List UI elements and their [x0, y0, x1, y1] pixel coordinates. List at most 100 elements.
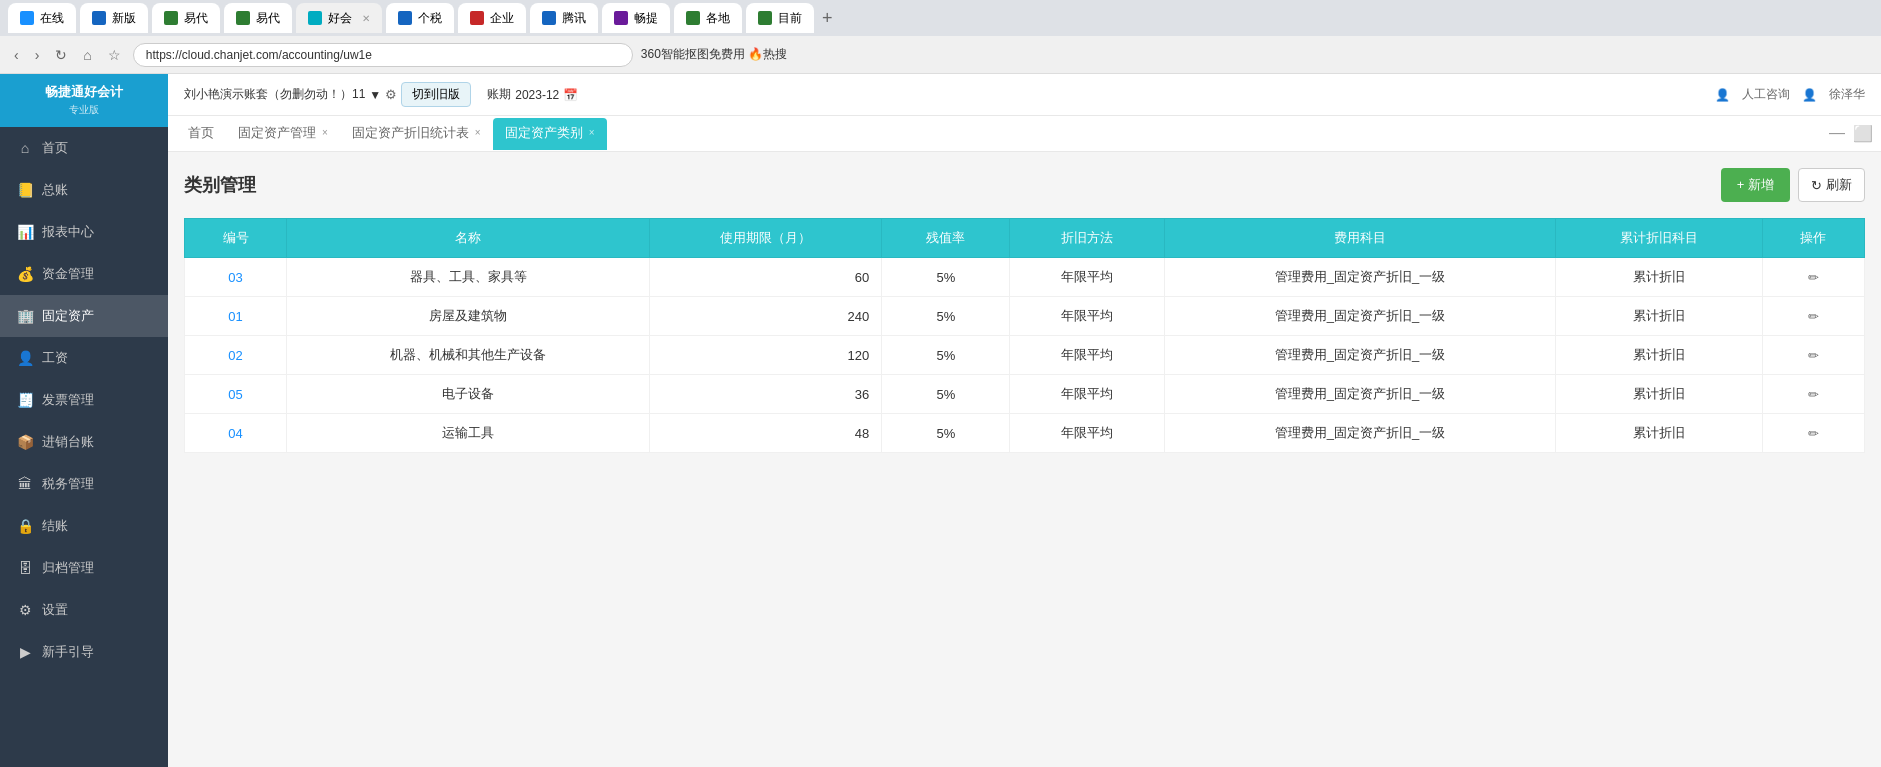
tab-fixed-asset-mgmt[interactable]: 固定资产管理 × [226, 118, 340, 150]
window-maximize-icon[interactable]: ⬜ [1853, 124, 1873, 143]
col-header-expense: 费用科目 [1164, 219, 1556, 258]
tab-favicon-4 [308, 11, 322, 25]
sidebar-item-tax[interactable]: 🏛 税务管理 [0, 463, 168, 505]
browser-tab-2[interactable]: 易代 [152, 3, 220, 33]
tab-label-8: 畅提 [634, 10, 658, 27]
back-button[interactable]: ‹ [10, 43, 23, 67]
sidebar-item-finance[interactable]: 💰 资金管理 [0, 253, 168, 295]
browser-tab-4[interactable]: 好会 ✕ [296, 3, 382, 33]
tab-bar-controls: — ⬜ [1829, 124, 1873, 143]
sidebar-label-close-account: 结账 [42, 517, 68, 535]
sidebar-item-settings[interactable]: ⚙ 设置 [0, 589, 168, 631]
new-tab-button[interactable]: + [818, 8, 837, 29]
page-title-row: 类别管理 + 新增 ↻ 刷新 [184, 168, 1865, 202]
cell-code-0[interactable]: 03 [185, 258, 287, 297]
main-content: 刘小艳演示账套（勿删勿动！）11 ▼ ⚙ 切到旧版 账期 2023-12 📅 👤… [168, 74, 1881, 767]
cell-action-1[interactable]: ✏ [1762, 297, 1864, 336]
edit-icon-4[interactable]: ✏ [1808, 426, 1819, 441]
account-dropdown-icon[interactable]: ▼ [369, 88, 381, 102]
page-title: 类别管理 [184, 173, 256, 197]
cell-method-1: 年限平均 [1010, 297, 1164, 336]
cell-accumulated-1: 累计折旧 [1556, 297, 1762, 336]
edit-icon-3[interactable]: ✏ [1808, 387, 1819, 402]
col-header-code: 编号 [185, 219, 287, 258]
window-minimize-icon[interactable]: — [1829, 124, 1845, 143]
bookmark-button[interactable]: ☆ [104, 43, 125, 67]
tab-asset-category[interactable]: 固定资产类别 × [493, 118, 607, 150]
refresh-button[interactable]: ↻ 刷新 [1798, 168, 1865, 202]
sidebar-label-invoice: 发票管理 [42, 391, 94, 409]
tab-fixed-asset-mgmt-label: 固定资产管理 [238, 124, 316, 142]
sidebar-item-invoice[interactable]: 🧾 发票管理 [0, 379, 168, 421]
account-settings-btn[interactable]: ⚙ [385, 87, 397, 102]
sidebar-label-stock: 进销台账 [42, 433, 94, 451]
cell-period-2: 120 [649, 336, 881, 375]
cell-action-0[interactable]: ✏ [1762, 258, 1864, 297]
browser-tab-9[interactable]: 各地 [674, 3, 742, 33]
cell-code-3[interactable]: 05 [185, 375, 287, 414]
browser-tab-bar: 在线 新版 易代 易代 好会 ✕ 个税 企业 腾讯 畅提 各地 目前 + [0, 0, 1881, 36]
refresh-label: 刷新 [1826, 176, 1852, 194]
tab-close-depreciation-stats[interactable]: × [475, 127, 481, 138]
sidebar-item-guide[interactable]: ▶ 新手引导 [0, 631, 168, 673]
tab-depreciation-stats[interactable]: 固定资产折旧统计表 × [340, 118, 493, 150]
sidebar-item-home[interactable]: ⌂ 首页 [0, 127, 168, 169]
table-row: 01 房屋及建筑物 240 5% 年限平均 管理费用_固定资产折旧_一级 累计折… [185, 297, 1865, 336]
page-body: 类别管理 + 新增 ↻ 刷新 编号 名称 使用期限（月） 残值率 [168, 152, 1881, 767]
browser-tab-0[interactable]: 在线 [8, 3, 76, 33]
browser-tab-6[interactable]: 企业 [458, 3, 526, 33]
edit-icon-2[interactable]: ✏ [1808, 348, 1819, 363]
browser-tab-10[interactable]: 目前 [746, 3, 814, 33]
search-area: 360智能抠图免费用 🔥热搜 [641, 46, 787, 63]
sidebar-item-archive[interactable]: 🗄 归档管理 [0, 547, 168, 589]
tab-close-fixed-asset-mgmt[interactable]: × [322, 127, 328, 138]
url-input[interactable] [133, 43, 633, 67]
consult-label[interactable]: 人工咨询 [1742, 86, 1790, 103]
sidebar: 畅捷通好会计 专业版 ⌂ 首页 📒 总账 📊 报表中心 💰 资金管理 🏢 固定资… [0, 74, 168, 767]
tab-label-3: 易代 [256, 10, 280, 27]
calendar-icon[interactable]: 📅 [563, 88, 578, 102]
tab-label-1: 新版 [112, 10, 136, 27]
cell-code-4[interactable]: 04 [185, 414, 287, 453]
sidebar-item-report[interactable]: 📊 报表中心 [0, 211, 168, 253]
user-label[interactable]: 徐泽华 [1829, 86, 1865, 103]
browser-tab-3[interactable]: 易代 [224, 3, 292, 33]
sidebar-item-close-account[interactable]: 🔒 结账 [0, 505, 168, 547]
tab-home[interactable]: 首页 [176, 118, 226, 150]
sidebar-label-guide: 新手引导 [42, 643, 94, 661]
forward-button[interactable]: › [31, 43, 44, 67]
browser-tab-1[interactable]: 新版 [80, 3, 148, 33]
app-edition: 专业版 [69, 103, 99, 117]
sidebar-item-ledger[interactable]: 📒 总账 [0, 169, 168, 211]
sidebar-item-fixed-asset[interactable]: 🏢 固定资产 [0, 295, 168, 337]
cell-expense-1: 管理费用_固定资产折旧_一级 [1164, 297, 1556, 336]
switch-version-btn[interactable]: 切到旧版 [401, 82, 471, 107]
cell-code-1[interactable]: 01 [185, 297, 287, 336]
tab-favicon-5 [398, 11, 412, 25]
tax-icon: 🏛 [16, 475, 34, 493]
cell-action-4[interactable]: ✏ [1762, 414, 1864, 453]
table-header-row: 编号 名称 使用期限（月） 残值率 折旧方法 费用科目 累计折旧科目 操作 [185, 219, 1865, 258]
browser-tab-close-4[interactable]: ✕ [362, 13, 370, 24]
browser-tab-7[interactable]: 腾讯 [530, 3, 598, 33]
tab-close-asset-category[interactable]: × [589, 127, 595, 138]
sidebar-label-tax: 税务管理 [42, 475, 94, 493]
tab-favicon-3 [236, 11, 250, 25]
col-header-action: 操作 [1762, 219, 1864, 258]
browser-tab-5[interactable]: 个税 [386, 3, 454, 33]
browser-tab-8[interactable]: 畅提 [602, 3, 670, 33]
sidebar-item-payroll[interactable]: 👤 工资 [0, 337, 168, 379]
add-button[interactable]: + 新增 [1721, 168, 1790, 202]
reload-button[interactable]: ↻ [51, 43, 71, 67]
cell-code-2[interactable]: 02 [185, 336, 287, 375]
edit-icon-1[interactable]: ✏ [1808, 309, 1819, 324]
sidebar-label-report: 报表中心 [42, 223, 94, 241]
cell-action-3[interactable]: ✏ [1762, 375, 1864, 414]
cell-action-2[interactable]: ✏ [1762, 336, 1864, 375]
edit-icon-0[interactable]: ✏ [1808, 270, 1819, 285]
sidebar-item-stock[interactable]: 📦 进销台账 [0, 421, 168, 463]
cell-accumulated-4: 累计折旧 [1556, 414, 1762, 453]
cell-method-0: 年限平均 [1010, 258, 1164, 297]
home-button[interactable]: ⌂ [79, 43, 95, 67]
search-label: 360智能抠图免费用 🔥热搜 [641, 46, 787, 63]
